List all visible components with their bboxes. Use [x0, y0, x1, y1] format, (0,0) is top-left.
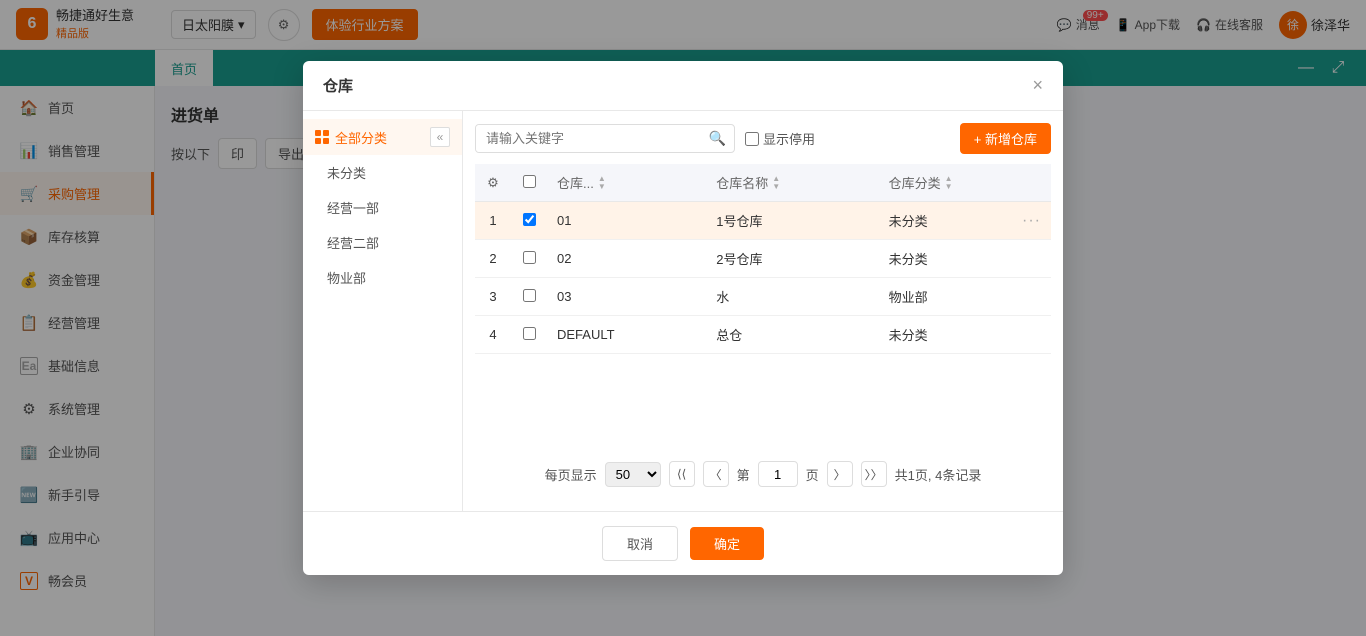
grid-icon: [315, 130, 329, 144]
cell-name: 2号仓库: [706, 240, 878, 278]
add-warehouse-button[interactable]: + 新增仓库: [960, 123, 1051, 154]
row-checkbox[interactable]: [523, 327, 536, 340]
cell-checkbox[interactable]: [511, 316, 547, 354]
cell-code: 03: [547, 278, 706, 316]
cell-code: 02: [547, 240, 706, 278]
th-code: 仓库... ▲▼: [547, 164, 706, 202]
table-area: 🔍 显示停用 + 新增仓库 ⚙: [463, 111, 1063, 511]
cell-category: 未分类: [879, 316, 1051, 354]
cancel-button[interactable]: 取消: [602, 526, 678, 561]
warehouse-table: ⚙ 仓库... ▲▼: [475, 164, 1051, 354]
confirm-button[interactable]: 确定: [690, 527, 764, 560]
pagination: 每页显示 50 100 200 ⟨⟨ 〈 第 页 〉 〉〉 共1页, 4条记录: [475, 449, 1051, 499]
page-unit: 页: [806, 465, 819, 484]
per-page-select[interactable]: 50 100 200: [605, 462, 661, 487]
modal-footer: 取消 确定: [303, 511, 1063, 575]
cell-checkbox[interactable]: [511, 240, 547, 278]
modal-body: 全部分类 « 未分类 经营一部 经营二部 物业部 🔍: [303, 111, 1063, 511]
search-box: 🔍: [475, 124, 735, 153]
table-header-row: ⚙ 仓库... ▲▼: [475, 164, 1051, 202]
row-checkbox[interactable]: [523, 289, 536, 302]
table-row[interactable]: 3 03 水 物业部: [475, 278, 1051, 316]
page-label: 第: [737, 465, 750, 484]
cell-no: 3: [475, 278, 511, 316]
per-page-label: 每页显示: [545, 465, 597, 484]
modal-header: 仓库 ×: [303, 61, 1063, 111]
row-action-btn[interactable]: ···: [1022, 212, 1041, 230]
cell-no: 1: [475, 202, 511, 240]
category-property[interactable]: 物业部: [303, 260, 462, 295]
show-disabled-label: 显示停用: [745, 129, 815, 148]
total-label: 共1页, 4条记录: [895, 465, 982, 484]
settings-icon: ⚙: [487, 175, 499, 190]
category-panel: 全部分类 « 未分类 经营一部 经营二部 物业部: [303, 111, 463, 511]
cell-name: 总仓: [706, 316, 878, 354]
select-all-checkbox[interactable]: [523, 175, 536, 188]
category-all-label: 全部分类: [335, 128, 387, 147]
category-dept1[interactable]: 经营一部: [303, 190, 462, 225]
cell-category: 未分类 ···: [879, 202, 1051, 240]
cell-code: 01: [547, 202, 706, 240]
cell-no: 4: [475, 316, 511, 354]
table-toolbar: 🔍 显示停用 + 新增仓库: [475, 123, 1051, 154]
search-input[interactable]: [476, 125, 701, 152]
modal-close-button[interactable]: ×: [1032, 75, 1043, 96]
row-checkbox[interactable]: [523, 251, 536, 264]
modal-title: 仓库: [323, 75, 353, 96]
row-checkbox[interactable]: [523, 213, 536, 226]
th-category: 仓库分类 ▲▼: [879, 164, 1051, 202]
category-dept2[interactable]: 经营二部: [303, 225, 462, 260]
cell-checkbox[interactable]: [511, 278, 547, 316]
cell-name: 水: [706, 278, 878, 316]
cell-checkbox[interactable]: [511, 202, 547, 240]
cell-category: 未分类: [879, 240, 1051, 278]
first-page-btn[interactable]: ⟨⟨: [669, 461, 695, 487]
prev-page-btn[interactable]: 〈: [703, 461, 729, 487]
cell-name: 1号仓库: [706, 202, 878, 240]
table-row[interactable]: 2 02 2号仓库 未分类: [475, 240, 1051, 278]
page-input[interactable]: [758, 461, 798, 487]
show-disabled-checkbox[interactable]: [745, 132, 759, 146]
th-checkbox: [511, 164, 547, 202]
th-settings: ⚙: [475, 164, 511, 202]
modal-overlay: 仓库 × 全部分类 « 未分类 经营一部 经营二部: [0, 0, 1366, 636]
last-page-btn[interactable]: 〉〉: [861, 461, 887, 487]
table-row[interactable]: 4 DEFAULT 总仓 未分类: [475, 316, 1051, 354]
next-page-btn[interactable]: 〉: [827, 461, 853, 487]
table-row[interactable]: 1 01 1号仓库 未分类 ···: [475, 202, 1051, 240]
warehouse-modal: 仓库 × 全部分类 « 未分类 经营一部 经营二部: [303, 61, 1063, 575]
search-icon[interactable]: 🔍: [701, 130, 734, 147]
cell-category: 物业部: [879, 278, 1051, 316]
category-collapse-btn[interactable]: «: [430, 127, 450, 147]
th-name: 仓库名称 ▲▼: [706, 164, 878, 202]
category-uncategorized[interactable]: 未分类: [303, 155, 462, 190]
cell-code: DEFAULT: [547, 316, 706, 354]
cell-no: 2: [475, 240, 511, 278]
category-all-header[interactable]: 全部分类 «: [303, 119, 462, 155]
